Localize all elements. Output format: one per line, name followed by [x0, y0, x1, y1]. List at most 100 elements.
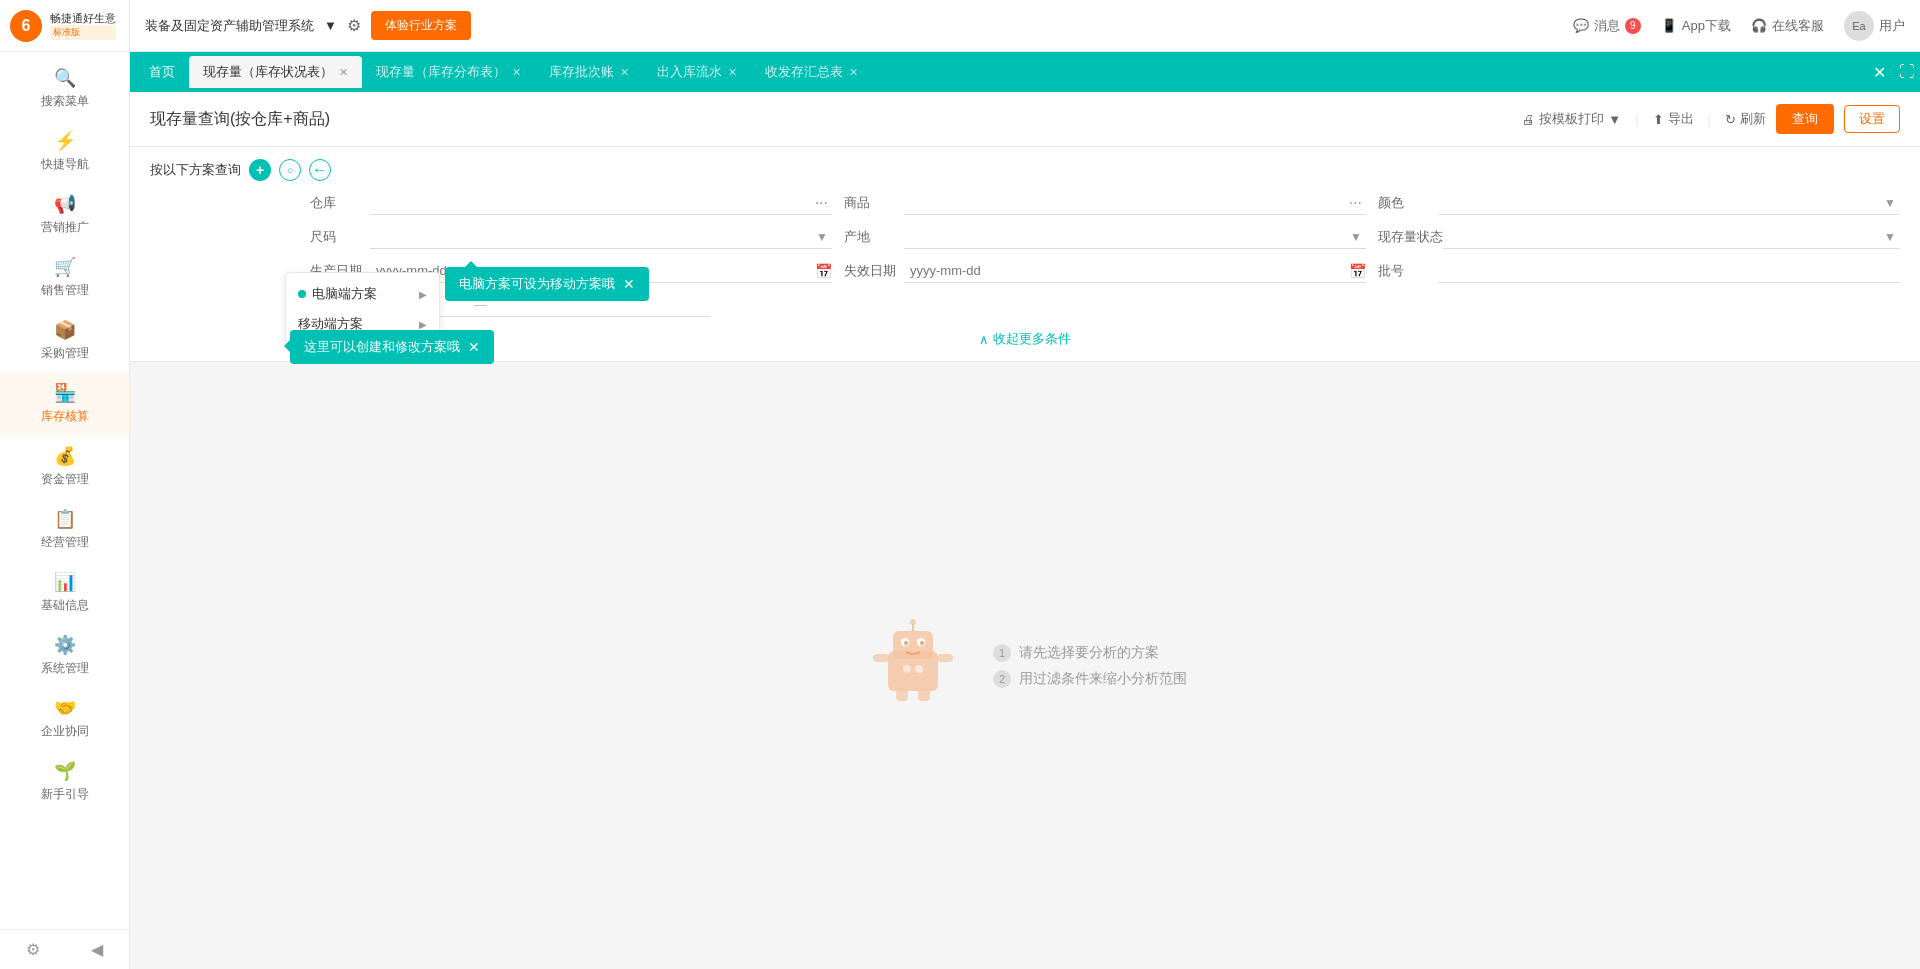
tab-batch-close[interactable]: ✕: [620, 66, 629, 79]
guide-icon: 🌱: [54, 760, 76, 782]
batch-no-input[interactable]: [1438, 259, 1900, 283]
tab-batch[interactable]: 库存批次账 ✕: [535, 56, 643, 88]
warehouse-ellipsis[interactable]: ···: [811, 194, 832, 212]
app-label: App下载: [1682, 17, 1731, 35]
sidebar-item-guide[interactable]: 🌱 新手引导: [0, 750, 129, 813]
expand-tabs-icon[interactable]: ⛶: [1899, 63, 1915, 81]
sidebar-item-purchase[interactable]: 📦 采购管理: [0, 309, 129, 372]
settings-btn[interactable]: 设置: [1844, 105, 1900, 133]
user-action[interactable]: Ea 用户: [1844, 11, 1905, 41]
size-input[interactable]: [370, 225, 808, 248]
operation-icon: 📋: [54, 508, 76, 530]
sidebar-item-collab[interactable]: 🤝 企业协同: [0, 687, 129, 750]
hint-num-1: 1: [993, 644, 1011, 662]
tab-inventory-dist-close[interactable]: ✕: [512, 66, 521, 79]
expire-date-calendar-icon[interactable]: 📅: [1349, 263, 1366, 279]
close-all-tabs-icon[interactable]: ✕: [1873, 63, 1886, 82]
sidebar-item-basic[interactable]: 📊 基础信息: [0, 561, 129, 624]
tab-home[interactable]: 首页: [135, 56, 189, 88]
header-right: 💬 消息 9 📱 App下载 🎧 在线客服 Ea 用户: [1573, 11, 1905, 41]
sidebar-item-inventory[interactable]: 🏪 库存核算: [0, 372, 129, 435]
sidebar-item-label: 新手引导: [41, 786, 89, 803]
filter-row-2: 尺码 ▼ 产地 ▼ 现存量状态: [310, 225, 1900, 249]
logo-text: 畅捷通好生意 标准版: [50, 11, 116, 40]
tab-collect-close[interactable]: ✕: [849, 66, 858, 79]
tab-inout-close[interactable]: ✕: [728, 66, 737, 79]
empty-hint-2: 2 用过滤条件来缩小分析范围: [993, 670, 1187, 688]
tab-inventory-dist[interactable]: 现存量（库存分布表） ✕: [362, 56, 535, 88]
refresh-label: 刷新: [1740, 110, 1766, 128]
refresh-btn[interactable]: ↻ 刷新: [1725, 110, 1766, 128]
filter-area: 按以下方案查询 + ○ ← 电脑端方案 ▶ 移动端方案 ▶ 电脑方案可设为移动方…: [130, 147, 1920, 362]
tab-collect[interactable]: 收发存汇总表 ✕: [751, 56, 872, 88]
filter-label: 按以下方案查询: [150, 161, 241, 179]
sidebar-item-system[interactable]: ⚙️ 系统管理: [0, 624, 129, 687]
stock-status-input[interactable]: [1443, 225, 1876, 248]
settings-bottom-icon[interactable]: ⚙: [26, 940, 40, 959]
scheme-pc-label: 电脑端方案: [312, 285, 377, 303]
system-selector[interactable]: ▼: [324, 18, 337, 33]
tab-inventory-status-close[interactable]: ✕: [339, 66, 348, 79]
tooltip-pc-close[interactable]: ✕: [623, 276, 635, 292]
message-label: 消息: [1594, 17, 1620, 35]
support-action[interactable]: 🎧 在线客服: [1751, 17, 1824, 35]
color-dropdown-arrow[interactable]: ▼: [1880, 192, 1900, 214]
sidebar-item-search[interactable]: 🔍 搜索菜单: [0, 57, 129, 120]
add-scheme-btn[interactable]: +: [249, 159, 271, 181]
sidebar-item-quick[interactable]: ⚡ 快捷导航: [0, 120, 129, 183]
sidebar-item-label: 销售管理: [41, 282, 89, 299]
collab-icon: 🤝: [54, 697, 76, 719]
expire-date-input[interactable]: [904, 259, 1345, 282]
svg-rect-11: [918, 689, 930, 701]
back-scheme-btn[interactable]: ←: [309, 159, 331, 181]
tab-home-label: 首页: [149, 63, 175, 81]
color-label: 颜色: [1378, 194, 1438, 212]
sidebar-item-finance[interactable]: 💰 资金管理: [0, 435, 129, 498]
support-label: 在线客服: [1772, 17, 1824, 35]
stock-status-label: 现存量状态: [1378, 228, 1443, 246]
origin-input[interactable]: [904, 225, 1342, 248]
sidebar-item-label: 采购管理: [41, 345, 89, 362]
svg-point-7: [910, 619, 916, 625]
app-icon: 📱: [1661, 18, 1677, 33]
collapse-arrow-icon: ∧: [979, 332, 989, 347]
goods-input[interactable]: [904, 191, 1341, 214]
field-origin: 产地 ▼: [844, 225, 1366, 249]
app-download-action[interactable]: 📱 App下载: [1661, 17, 1731, 35]
origin-dropdown-arrow[interactable]: ▼: [1346, 226, 1366, 248]
goods-ellipsis[interactable]: ···: [1345, 194, 1366, 212]
avatar-text: Ea: [1852, 20, 1865, 32]
stock-status-dropdown-arrow[interactable]: ▼: [1880, 226, 1900, 248]
color-input[interactable]: [1438, 191, 1876, 214]
warehouse-input[interactable]: [370, 191, 807, 214]
scheme-pc[interactable]: 电脑端方案 ▶: [286, 279, 439, 309]
collapse-sidebar-icon[interactable]: ◀: [91, 940, 103, 959]
tooltip-pc-text: 电脑方案可设为移动方案哦: [459, 275, 615, 293]
header-settings-icon[interactable]: ⚙: [347, 16, 361, 35]
action-sep1: |: [1635, 112, 1638, 127]
page-header: 现存量查询(按仓库+商品) 🖨 按模板打印 ▼ | ⬆ 导出 | ↻ 刷新 查询…: [130, 92, 1920, 147]
tooltip-edit-close[interactable]: ✕: [468, 339, 480, 355]
field-batch-no: 批号: [1378, 259, 1900, 283]
field-warehouse: 仓库 ···: [310, 191, 832, 215]
content-area: 1 请先选择要分析的方案 2 用过滤条件来缩小分析范围: [130, 362, 1920, 969]
purchase-icon: 📦: [54, 319, 76, 341]
edit-scheme-btn[interactable]: ○: [279, 159, 301, 181]
tab-inventory-status[interactable]: 现存量（库存状况表） ✕: [189, 56, 362, 88]
query-btn[interactable]: 查询: [1776, 104, 1834, 134]
tab-inout[interactable]: 出入库流水 ✕: [643, 56, 751, 88]
sidebar-item-sales[interactable]: 🛒 销售管理: [0, 246, 129, 309]
message-action[interactable]: 💬 消息 9: [1573, 17, 1641, 35]
size-label: 尺码: [310, 228, 370, 246]
produce-date-calendar-icon[interactable]: 📅: [815, 263, 832, 279]
field-color: 颜色 ▼: [1378, 191, 1900, 215]
marketing-icon: 📢: [54, 193, 76, 215]
size-dropdown-arrow[interactable]: ▼: [812, 226, 832, 248]
sidebar-item-operation[interactable]: 📋 经营管理: [0, 498, 129, 561]
collapse-label: 收起更多条件: [993, 330, 1071, 348]
expire-date-wrap: 📅: [904, 259, 1366, 283]
industry-btn[interactable]: 体验行业方案: [371, 11, 471, 40]
sidebar-item-marketing[interactable]: 📢 营销推广: [0, 183, 129, 246]
export-btn[interactable]: ⬆ 导出: [1653, 110, 1694, 128]
print-btn[interactable]: 🖨 按模板打印 ▼: [1522, 110, 1621, 128]
